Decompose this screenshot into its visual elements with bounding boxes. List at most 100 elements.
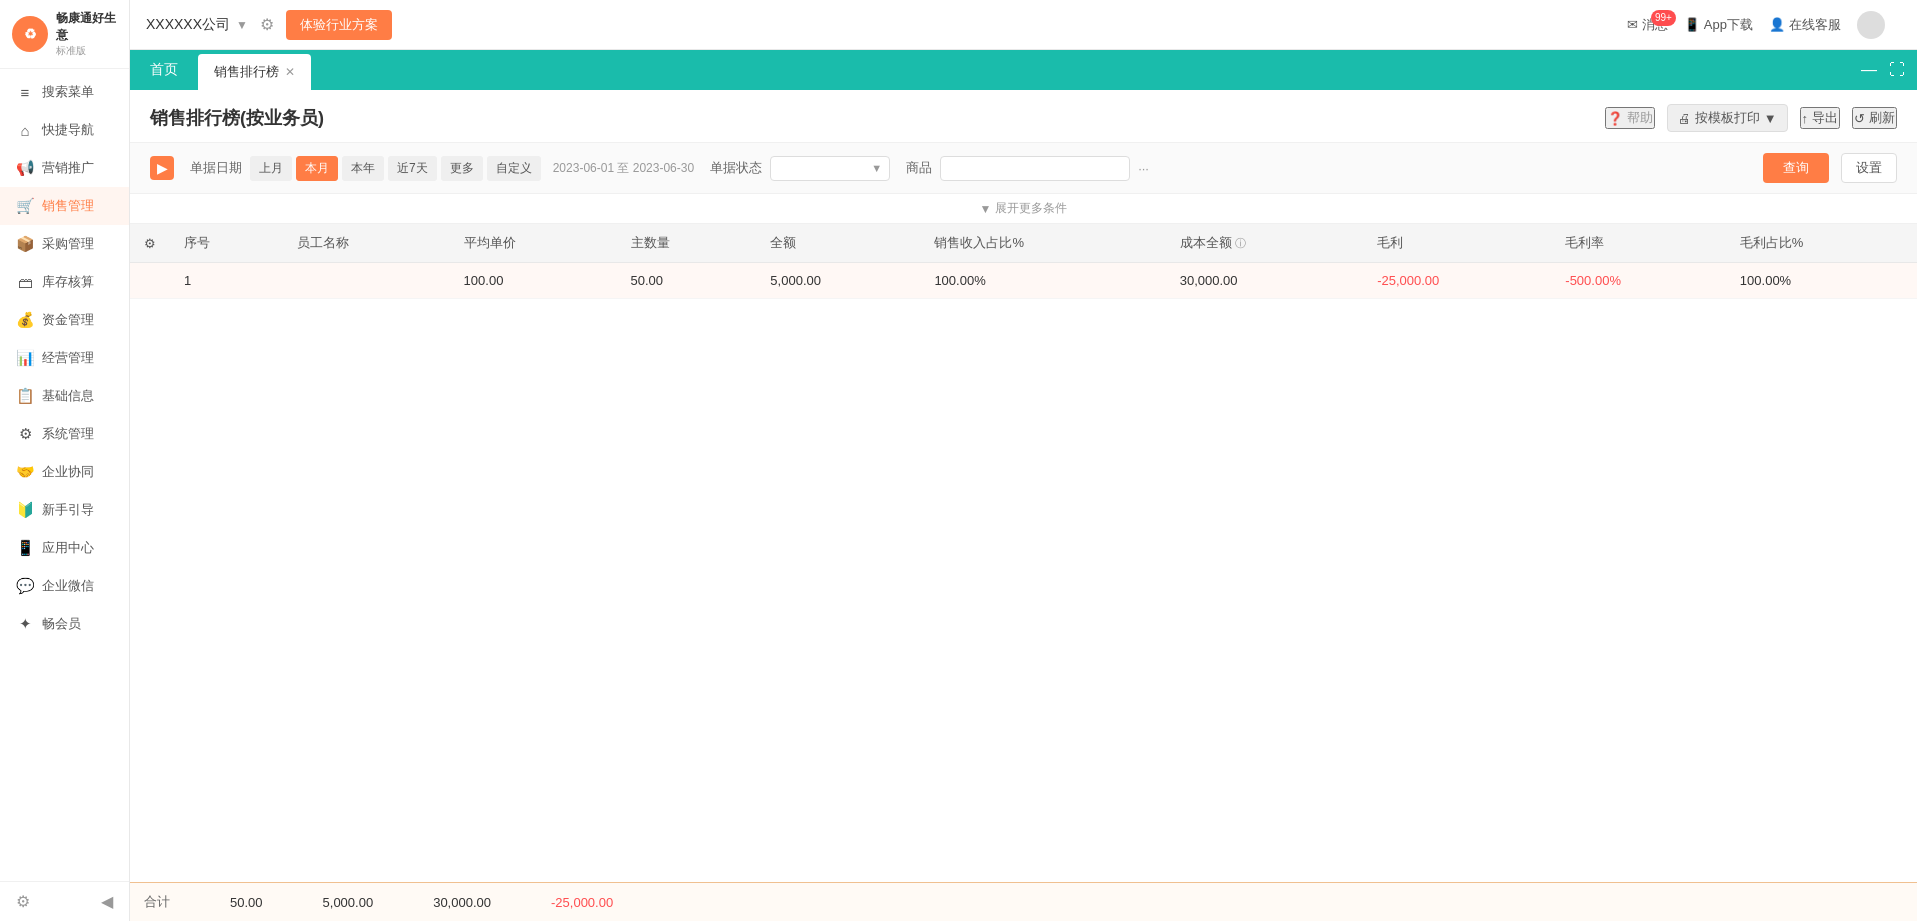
logo-area: ♻ 畅康通好生意 标准版: [0, 0, 129, 69]
nav-icon-marketing: 📢: [16, 159, 34, 177]
tab-minimize-icon[interactable]: —: [1861, 61, 1877, 79]
sidebar-item-finance[interactable]: 💰资金管理: [0, 301, 129, 339]
footer-label: 合计: [144, 893, 170, 911]
date-tab-自定义[interactable]: 自定义: [487, 156, 541, 181]
settings-icon[interactable]: ⚙: [260, 15, 274, 34]
tab-close-icon[interactable]: ✕: [285, 65, 295, 79]
filter-goods-item: 商品 ···: [906, 156, 1149, 181]
nav-icon-system: ⚙: [16, 425, 34, 443]
th-amount: 全额: [756, 224, 920, 263]
print-button[interactable]: 🖨 按模板打印 ▼: [1667, 104, 1788, 132]
app-download-button[interactable]: 📱 App下载: [1684, 16, 1753, 34]
goods-input[interactable]: [940, 156, 1130, 181]
sidebar: ♻ 畅康通好生意 标准版 ≡搜索菜单⌂快捷导航📢营销推广 🛒 销售管理 📦 采购管理 🗃 库…: [0, 0, 130, 921]
tab-sales-rank-label: 销售排行榜: [214, 63, 279, 81]
th-gross-pct: 毛利占比%: [1726, 224, 1917, 263]
th-cost: 成本全额 ⓘ: [1166, 224, 1363, 263]
nav-icon-finance: 💰: [16, 311, 34, 329]
trial-button[interactable]: 体验行业方案: [286, 10, 392, 40]
sidebar-settings-icon[interactable]: ⚙: [16, 892, 30, 911]
avatar[interactable]: [1857, 11, 1885, 39]
nav-icon-purchase: 📦: [16, 235, 34, 253]
cell-sales-pct-0: 100.00%: [920, 263, 1165, 299]
nav-label-app-center: 应用中心: [42, 539, 94, 557]
sidebar-item-system[interactable]: ⚙系统管理: [0, 415, 129, 453]
expand-label: 展开更多条件: [995, 200, 1067, 217]
date-tab-本年[interactable]: 本年: [342, 156, 384, 181]
filter-date-item: 单据日期 上月本月本年近7天更多自定义 2023-06-01 至 2023-06…: [190, 156, 694, 181]
app-icon: 📱: [1684, 17, 1700, 32]
sidebar-item-app-center[interactable]: 📱 应用中心: [0, 529, 129, 567]
sidebar-item-marketing[interactable]: 📢营销推广: [0, 149, 129, 187]
export-label: 导出: [1812, 109, 1838, 127]
goods-more-icon[interactable]: ···: [1138, 161, 1149, 176]
date-tab-本月[interactable]: 本月: [296, 156, 338, 181]
help-button[interactable]: ❓ 帮助: [1605, 107, 1655, 129]
logo-icon: ♻: [12, 16, 48, 52]
date-tab-上月[interactable]: 上月: [250, 156, 292, 181]
query-button[interactable]: 查询: [1763, 153, 1829, 183]
message-button[interactable]: ✉ 消息 99+: [1627, 16, 1668, 34]
date-tab-近7天[interactable]: 近7天: [388, 156, 437, 181]
th-gross-rate: 毛利率: [1551, 224, 1726, 263]
sidebar-item-wechat[interactable]: 💬企业微信: [0, 567, 129, 605]
sidebar-item-member[interactable]: ✦畅会员: [0, 605, 129, 643]
th-sales-pct: 销售收入占比%: [920, 224, 1165, 263]
tab-home[interactable]: 首页: [130, 50, 198, 90]
cell-employee-0: [283, 263, 450, 299]
sidebar-item-basic-info[interactable]: 📋基础信息: [0, 377, 129, 415]
print-dropdown-icon: ▼: [1764, 111, 1777, 126]
sidebar-item-purchase[interactable]: 📦 采购管理: [0, 225, 129, 263]
date-tab-更多[interactable]: 更多: [441, 156, 483, 181]
filter-collapse-button[interactable]: ▶: [150, 156, 174, 180]
topbar: XXXXXX公司 ▼ ⚙ 体验行业方案 ✉ 消息 99+ 📱 App下载 👤 在…: [130, 0, 1917, 50]
online-service-button[interactable]: 👤 在线客服: [1769, 16, 1841, 34]
sidebar-item-search-order[interactable]: ≡搜索菜单: [0, 73, 129, 111]
logo-text: 畅康通好生意 标准版: [56, 10, 117, 58]
th-employee: 员工名称: [283, 224, 450, 263]
nav-icon-operations: 📊: [16, 349, 34, 367]
tab-fullscreen-icon[interactable]: ⛶: [1889, 61, 1905, 79]
sidebar-item-inventory[interactable]: 🗃 库存核算: [0, 263, 129, 301]
export-icon: ↑: [1802, 111, 1809, 126]
sidebar-item-operations[interactable]: 📊经营管理: [0, 339, 129, 377]
nav-label-guide: 新手引导: [42, 501, 94, 519]
nav-icon-wechat: 💬: [16, 577, 34, 595]
main-area: XXXXXX公司 ▼ ⚙ 体验行业方案 ✉ 消息 99+ 📱 App下载 👤 在…: [130, 0, 1917, 921]
data-table: ⚙ 序号 员工名称 平均单价 主数量 全额 销售收入占比% 成本全额 ⓘ 毛利 …: [130, 224, 1917, 299]
filter-bar: ▶ 单据日期 上月本月本年近7天更多自定义 2023-06-01 至 2023-…: [130, 143, 1917, 194]
sidebar-collapse-icon[interactable]: ◀: [101, 892, 113, 911]
nav-label-basic-info: 基础信息: [42, 387, 94, 405]
print-icon: 🖨: [1678, 111, 1691, 126]
tab-sales-rank[interactable]: 销售排行榜 ✕: [198, 54, 311, 90]
filter-settings-button[interactable]: 设置: [1841, 153, 1897, 183]
status-select[interactable]: [770, 156, 890, 181]
cell-gross-0: -25,000.00: [1363, 263, 1551, 299]
export-button[interactable]: ↑ 导出: [1800, 107, 1841, 129]
th-gross: 毛利: [1363, 224, 1551, 263]
cell-rank-0: 1: [170, 263, 283, 299]
expand-more-bar: ▼ 展开更多条件: [130, 194, 1917, 224]
filter-status-item: 单据状态 ▼: [710, 156, 890, 181]
nav-icon-inventory: 🗃: [16, 274, 34, 291]
sidebar-bottom: ⚙ ◀: [0, 881, 129, 921]
page-actions: ❓ 帮助 🖨 按模板打印 ▼ ↑ 导出 ↺ 刷新: [1605, 104, 1897, 132]
expand-icon: ▼: [980, 202, 992, 216]
expand-more-button[interactable]: ▼ 展开更多条件: [980, 200, 1068, 217]
sidebar-item-sales[interactable]: 🛒 销售管理: [0, 187, 129, 225]
refresh-icon: ↺: [1854, 111, 1865, 126]
sidebar-item-quick-nav[interactable]: ⌂快捷导航: [0, 111, 129, 149]
company-selector[interactable]: XXXXXX公司 ▼: [146, 16, 248, 34]
nav-icon-sales: 🛒: [16, 197, 34, 215]
service-icon: 👤: [1769, 17, 1785, 32]
nav-label-sales: 销售管理: [42, 197, 94, 215]
refresh-button[interactable]: ↺ 刷新: [1852, 107, 1897, 129]
app-label: App下载: [1704, 16, 1753, 34]
sidebar-nav: ≡搜索菜单⌂快捷导航📢营销推广 🛒 销售管理 📦 采购管理 🗃 库存核算 💰资金管理📊经营管理…: [0, 69, 129, 881]
nav-label-purchase: 采购管理: [42, 235, 94, 253]
sidebar-item-enterprise[interactable]: 🤝企业协同: [0, 453, 129, 491]
logo-app-name: 畅康通好生意: [56, 10, 117, 44]
nav-label-inventory: 库存核算: [42, 273, 94, 291]
sidebar-item-guide[interactable]: 🔰新手引导: [0, 491, 129, 529]
nav-icon-app-center: 📱: [16, 539, 34, 557]
